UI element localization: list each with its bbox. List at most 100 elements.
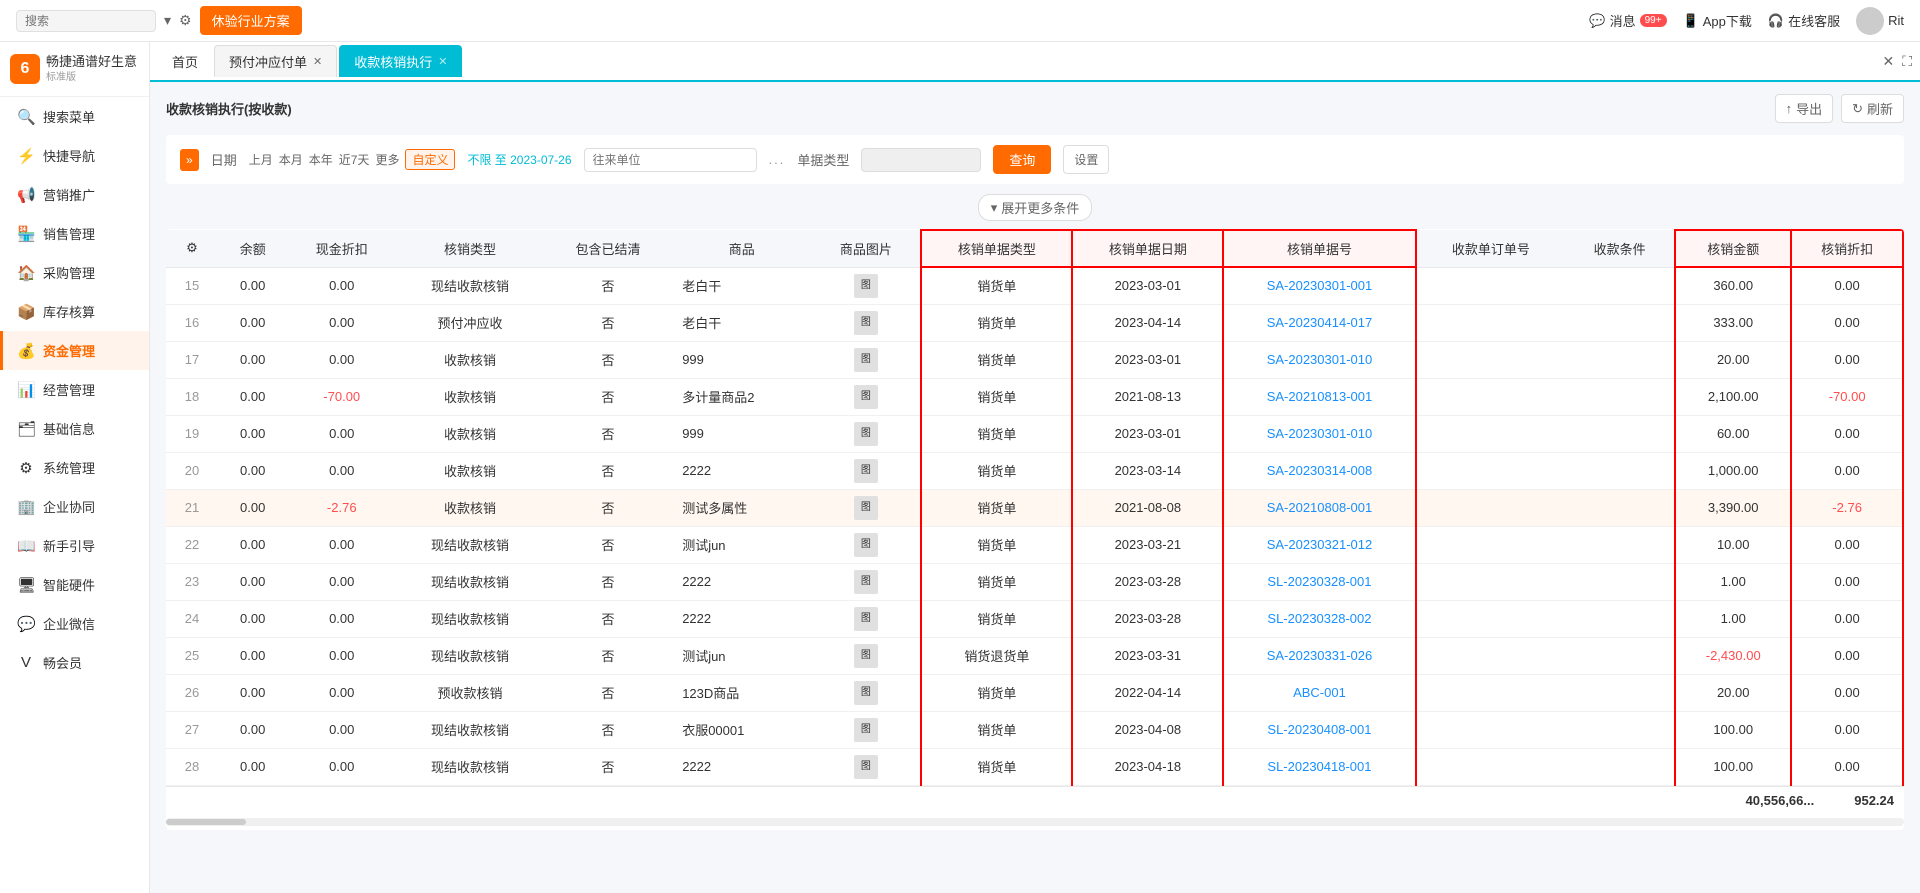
customer-service-link[interactable]: 🎧 在线客服 [1768,11,1840,30]
doc-no-link[interactable]: SA-20230321-012 [1267,537,1373,552]
quick-icon: ⚡ [17,147,35,165]
doc-no-link[interactable]: SA-20230414-017 [1267,315,1373,330]
doc-type-select[interactable] [861,148,981,172]
sidebar-item-system[interactable]: ⚙ 系统管理 [0,448,149,487]
sidebar-item-ops[interactable]: 📊 经营管理 [0,370,149,409]
row-cancel-type: 现结收款核销 [396,267,544,304]
tab-receipt-cancel[interactable]: 收款核销执行 ✕ [339,45,462,77]
col-include-settled: 包含已结清 [544,230,672,267]
app-name: 畅捷通谱好生意 标准版 [46,54,137,84]
filter-expand-toggle[interactable]: » [180,149,199,171]
sidebar-item-basic[interactable]: 🗂 基础信息 [0,409,149,448]
filter-dots[interactable]: ... [769,152,786,167]
doc-no-link[interactable]: SA-20230314-008 [1267,463,1373,478]
doc-no-link[interactable]: SA-20210813-001 [1267,389,1373,404]
sidebar-item-search[interactable]: 🔍 搜索菜单 [0,97,149,136]
tab-prepay-close[interactable]: ✕ [313,55,322,68]
marketing-icon: 📢 [17,186,35,204]
basic-icon: 🗂 [17,420,35,438]
scroll-thumb[interactable] [166,819,246,825]
sidebar-item-corp[interactable]: 🏢 企业协同 [0,487,149,526]
date-more[interactable]: 更多 [375,151,399,168]
top-search-input[interactable] [16,10,156,32]
export-button[interactable]: ↑ 导出 [1775,94,1834,123]
date-7days[interactable]: 近7天 [339,151,370,168]
sidebar-item-sales[interactable]: 🏪 销售管理 [0,214,149,253]
row-cancel-discount: 0.00 [1791,304,1903,341]
row-no: 26 [166,674,218,711]
goods-img-cell: 图 [811,526,921,563]
doc-no-link[interactable]: SA-20210808-001 [1267,500,1373,515]
sidebar-item-hardware[interactable]: 🖥 智能硬件 [0,565,149,604]
doc-no-link[interactable]: SL-20230418-001 [1267,759,1371,774]
row-balance: 0.00 [218,452,287,489]
doc-no-link[interactable]: SL-20230328-001 [1267,574,1371,589]
row-cancel-doc-type: 销货单 [921,267,1072,304]
sidebar-label-search: 搜索菜单 [43,107,95,126]
goods-img-cell: 图 [811,748,921,785]
date-last-month[interactable]: 上月 [249,151,273,168]
tab-home[interactable]: 首页 [158,46,212,77]
row-no: 19 [166,415,218,452]
doc-no-link[interactable]: SA-20230331-026 [1267,648,1373,663]
row-cancel-doc-no: SA-20230301-010 [1223,415,1415,452]
row-cancel-type: 收款核销 [396,489,544,526]
horizontal-scrollbar[interactable] [166,818,1904,826]
chevron-down-icon[interactable]: ▾ [164,12,171,29]
gear-icon[interactable]: ⚙ [179,12,192,29]
industry-solution-button[interactable]: 休验行业方案 [200,6,302,35]
col-gear[interactable]: ⚙ [166,230,218,267]
row-no: 24 [166,600,218,637]
tab-close-button[interactable]: ✕ [1882,53,1894,70]
sidebar-item-member[interactable]: V 畅会员 [0,643,149,682]
sidebar-item-inventory[interactable]: 📦 库存核算 [0,292,149,331]
row-cancel-doc-date: 2022-04-14 [1072,674,1223,711]
partner-input[interactable] [584,148,757,172]
table-row: 20 0.00 0.00 收款核销 否 2222 图 销货单 2023-03-1… [166,452,1903,489]
sidebar-item-finance[interactable]: 💰 资金管理 [0,331,149,370]
logo-area: 6 畅捷通谱好生意 标准版 [0,42,149,97]
tab-expand-button[interactable]: ⛶ [1902,53,1912,70]
doc-no-link[interactable]: SL-20230408-001 [1267,722,1371,737]
row-cash-discount: 0.00 [287,711,396,748]
refresh-button[interactable]: ↻ 刷新 [1841,94,1904,123]
goods-img-cell: 图 [811,637,921,674]
expand-more-button[interactable]: ▾ 展开更多条件 [978,194,1093,221]
sidebar-item-quick[interactable]: ⚡ 快捷导航 [0,136,149,175]
row-balance: 0.00 [218,674,287,711]
table-row: 22 0.00 0.00 现结收款核销 否 测试jun 图 销货单 2023-0… [166,526,1903,563]
row-goods: 999 [672,341,811,378]
tab-receipt-cancel-close[interactable]: ✕ [438,55,447,68]
app-icon: 📱 [1683,13,1699,29]
row-cancel-doc-type: 销货单 [921,304,1072,341]
user-info[interactable]: Rit [1856,7,1904,35]
date-this-year[interactable]: 本年 [309,151,333,168]
tab-prepay[interactable]: 预付冲应付单 ✕ [214,45,337,77]
row-cancel-amount: 100.00 [1675,711,1791,748]
doc-no-link[interactable]: SL-20230328-002 [1267,611,1371,626]
sidebar-item-marketing[interactable]: 📢 营销推广 [0,175,149,214]
sidebar-item-guide[interactable]: 📖 新手引导 [0,526,149,565]
date-custom-btn[interactable]: 自定义 [405,149,455,170]
doc-no-link[interactable]: SA-20230301-010 [1267,426,1373,441]
member-icon: V [17,654,35,671]
sidebar-item-wechat[interactable]: 💬 企业微信 [0,604,149,643]
query-button[interactable]: 查询 [993,145,1051,174]
row-cancel-doc-no: SA-20210813-001 [1223,378,1415,415]
row-cancel-doc-date: 2023-03-01 [1072,415,1223,452]
row-receipt-condition [1565,711,1675,748]
doc-no-link[interactable]: ABC-001 [1293,685,1346,700]
doc-no-link[interactable]: SA-20230301-001 [1267,278,1373,293]
data-table-wrapper: ⚙ 余额 现金折扣 核销类型 包含已结清 商品 商品图片 核销单据类型 核销单据… [166,229,1904,830]
message-badge[interactable]: 💬 消息 99+ [1589,11,1666,30]
date-this-month[interactable]: 本月 [279,151,303,168]
sidebar-item-purchase[interactable]: 🏠 采购管理 [0,253,149,292]
doc-no-link[interactable]: SA-20230301-010 [1267,352,1373,367]
app-download-link[interactable]: 📱 App下载 [1683,11,1752,30]
row-no: 23 [166,563,218,600]
row-goods: 测试jun [672,637,811,674]
finance-icon: 💰 [17,342,35,360]
row-cancel-type: 收款核销 [396,452,544,489]
setting-button[interactable]: 设置 [1063,145,1109,174]
message-icon: 💬 [1589,13,1605,29]
